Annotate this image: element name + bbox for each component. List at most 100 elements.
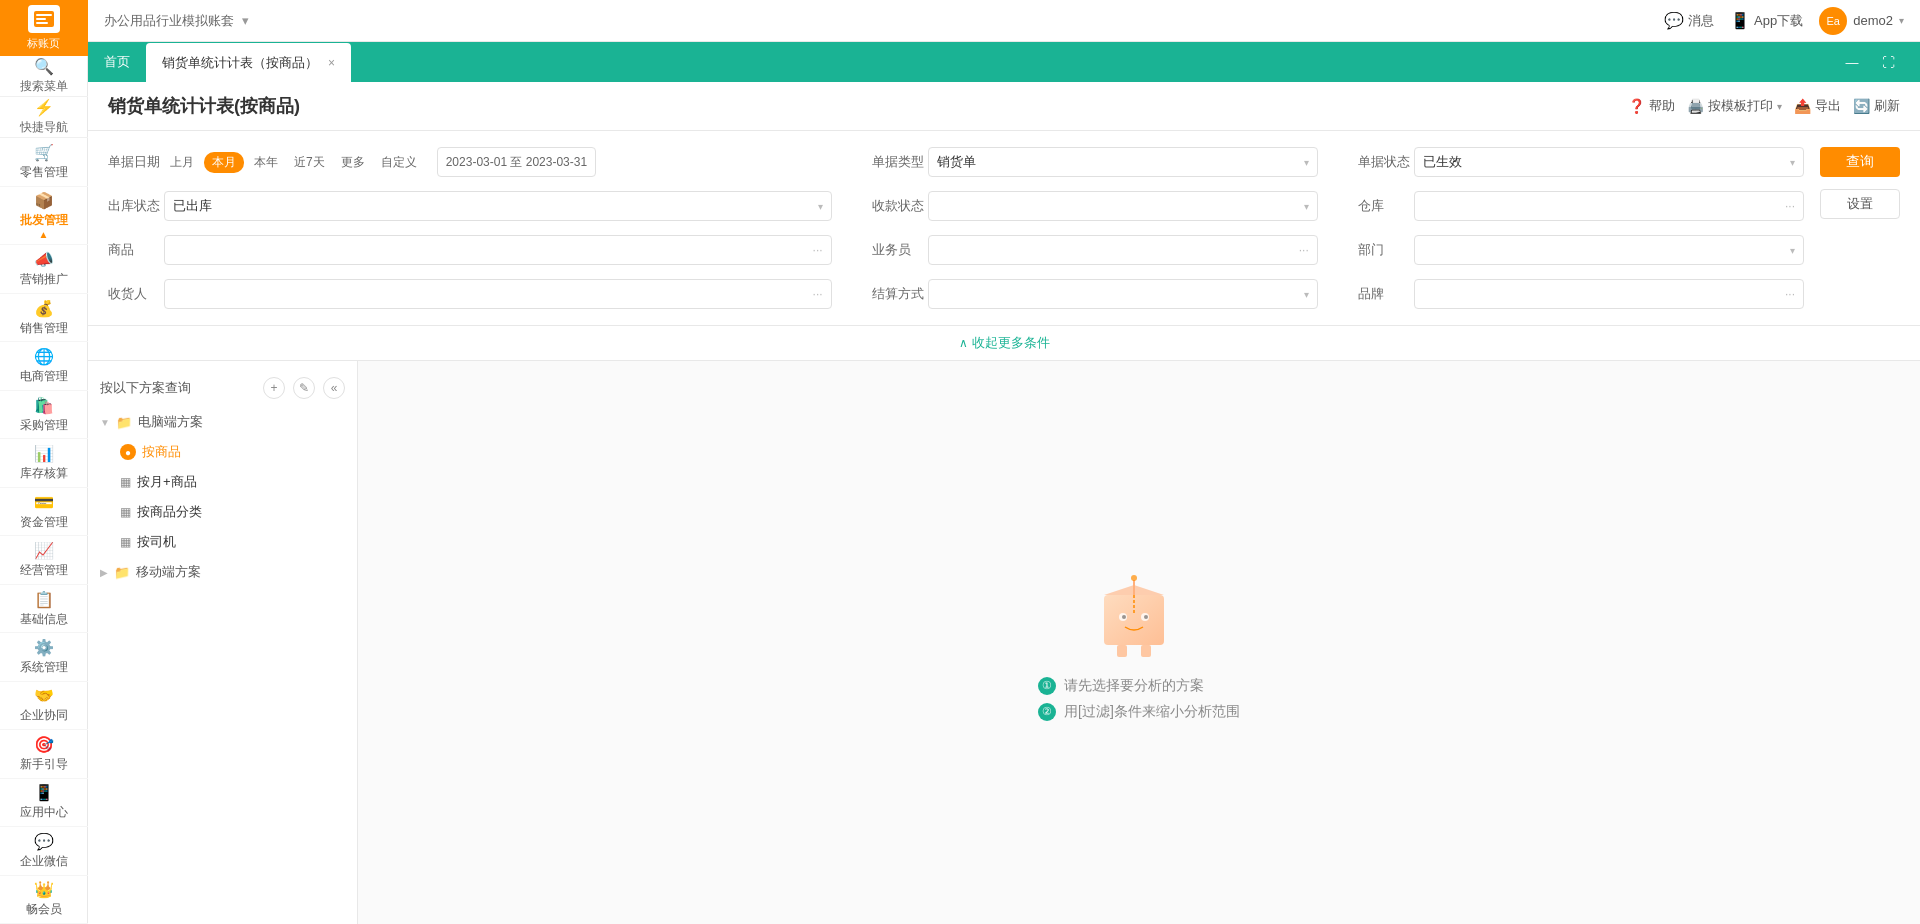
template-print-btn[interactable]: 🖨️ 按模板打印 ▾ [1687,97,1782,115]
left-panel-add-btn[interactable]: + [263,377,285,399]
doc-status-chevron: ▾ [1790,157,1795,168]
print-dropdown-arrow: ▾ [1777,101,1782,112]
filter-row-1: 单据日期 上月 本月 本年 近7天 更多 自定义 2023- [108,147,1820,177]
goods-label: 商品 [108,241,164,259]
page-title: 销货单统计计表(按商品) [108,94,300,130]
warehouse-dots: ··· [1785,199,1795,213]
sidebar-item-system[interactable]: ⚙️ 系统管理 [0,633,88,681]
query-button[interactable]: 查询 [1820,147,1900,177]
by-machine-label: 按司机 [137,533,176,551]
sidebar-item-member[interactable]: 👑 畅会员 [0,876,88,924]
refresh-label: 刷新 [1874,97,1900,115]
sidebar-logo[interactable]: 标账页 [0,0,88,56]
top-header: 办公用品行业模拟账套 ▾ 💬 消息 📱 App下载 Ea demo2 ▾ [88,0,1920,42]
message-btn[interactable]: 💬 消息 [1664,11,1714,30]
tree-item-by-month-goods[interactable]: ▦ 按月+商品 [88,467,357,497]
sidebar-item-ecommerce[interactable]: 🌐 电商管理 [0,342,88,390]
date-tab-this-year[interactable]: 本年 [248,152,284,173]
page-header-actions: ❓ 帮助 🖨️ 按模板打印 ▾ 📤 导出 🔄 刷新 [1628,97,1900,127]
sidebar: 标账页 🔍 搜索菜单 ⚡ 快捷导航 🛒 零售管理 📦 批发管理 ▲ 📣 营销推广… [0,0,88,924]
date-tab-last-month[interactable]: 上月 [164,152,200,173]
svg-rect-3 [36,22,48,24]
sidebar-item-sales[interactable]: 💰 销售管理 [0,294,88,342]
left-panel-collapse-btn[interactable]: « [323,377,345,399]
tree-item-pc[interactable]: ▼ 📁 电脑端方案 [88,407,357,437]
salesperson-input[interactable]: ··· [928,235,1318,265]
warehouse-input[interactable]: ··· [1414,191,1804,221]
out-status-select[interactable]: 已出库 ▾ [164,191,832,221]
tab-min-btn[interactable]: — [1840,50,1864,74]
tab-close-btn[interactable]: × [328,56,335,70]
settle-select[interactable]: ▾ [928,279,1318,309]
date-tab-custom[interactable]: 自定义 [375,152,423,173]
filter-date: 单据日期 上月 本月 本年 近7天 更多 自定义 2023- [108,147,848,177]
collect-status-select[interactable]: ▾ [928,191,1318,221]
tree-item-by-machine[interactable]: ▦ 按司机 [88,527,357,557]
date-tab-this-month[interactable]: 本月 [204,152,244,173]
doc-type-select[interactable]: 销货单 ▾ [928,147,1318,177]
settle-label: 结算方式 [872,285,928,303]
left-panel-title: 按以下方案查询 [100,379,191,397]
receiver-input[interactable]: ··· [164,279,832,309]
main-area: 办公用品行业模拟账套 ▾ 💬 消息 📱 App下载 Ea demo2 ▾ 首 [88,0,1920,924]
by-category-icon: ▦ [120,505,131,519]
sidebar-item-marketing[interactable]: 📣 营销推广 [0,245,88,293]
sidebar-item-inventory[interactable]: 📊 库存核算 [0,439,88,487]
user-dropdown-icon: ▾ [1899,15,1904,26]
empty-state: ① 请先选择要分析的方案 ② 用[过滤]条件来缩小分析范围 [1038,565,1240,721]
goods-input[interactable]: ··· [164,235,832,265]
sidebar-item-wechat[interactable]: 💬 企业微信 [0,827,88,875]
tab-max-btn[interactable]: ⛶ [1876,50,1900,74]
refresh-btn[interactable]: 🔄 刷新 [1853,97,1900,115]
help-btn[interactable]: ❓ 帮助 [1628,97,1675,115]
sidebar-item-purchase[interactable]: 🛍️ 采购管理 [0,391,88,439]
tree-item-by-category[interactable]: ▦ 按商品分类 [88,497,357,527]
sidebar-item-operations[interactable]: 📈 经营管理 [0,536,88,584]
settle-chevron: ▾ [1304,289,1309,300]
out-status-label: 出库状态 [108,197,164,215]
doc-status-select[interactable]: 已生效 ▾ [1414,147,1804,177]
dept-select[interactable]: ▾ [1414,235,1804,265]
message-icon: 💬 [1664,11,1684,30]
sidebar-item-app-center[interactable]: 📱 应用中心 [0,779,88,827]
filter-collect-status: 收款状态 ▾ [872,191,1334,221]
settings-button[interactable]: 设置 [1820,189,1900,219]
app-download-btn[interactable]: 📱 App下载 [1730,11,1803,30]
sidebar-item-retail[interactable]: 🛒 零售管理 [0,138,88,186]
date-tab-7days[interactable]: 近7天 [288,152,331,173]
industry-dropdown-icon[interactable]: ▾ [242,13,249,28]
operations-icon: 📈 [34,541,54,560]
pc-chevron: ▼ [100,417,110,428]
tree-item-mobile[interactable]: ▶ 📁 移动端方案 [88,557,357,587]
brand-input[interactable]: ··· [1414,279,1804,309]
date-tab-more[interactable]: 更多 [335,152,371,173]
export-btn[interactable]: 📤 导出 [1794,97,1841,115]
app-download-icon: 📱 [1730,11,1750,30]
sidebar-purchase-label: 采购管理 [20,417,68,434]
collapse-row[interactable]: ∧ 收起更多条件 [88,326,1920,361]
brand-dots: ··· [1785,287,1795,301]
date-label: 单据日期 [108,153,164,171]
message-label: 消息 [1688,12,1714,30]
sidebar-item-finance[interactable]: 💳 资金管理 [0,488,88,536]
salesperson-dots: ··· [1299,243,1309,257]
sidebar-item-basic[interactable]: 📋 基础信息 [0,585,88,633]
tab-home[interactable]: 首页 [88,42,146,82]
doc-status-value: 已生效 [1423,153,1786,171]
sidebar-item-enterprise[interactable]: 🤝 企业协同 [0,682,88,730]
user-profile[interactable]: Ea demo2 ▾ [1819,7,1904,35]
sidebar-item-search[interactable]: 🔍 搜索菜单 [0,56,88,97]
sidebar-item-quick-nav[interactable]: ⚡ 快捷导航 [0,97,88,138]
sidebar-item-wholesale[interactable]: 📦 批发管理 ▲ [0,187,88,246]
svg-point-10 [1144,615,1148,619]
date-range-input[interactable]: 2023-03-01 至 2023-03-31 [437,147,596,177]
sidebar-wholesale-label: 批发管理 [20,212,68,229]
date-tabs: 上月 本月 本年 近7天 更多 自定义 [164,152,423,173]
sidebar-item-guide[interactable]: 🎯 新手引导 [0,730,88,778]
sidebar-app-center-label: 应用中心 [20,804,68,821]
filter-doc-type: 单据类型 销货单 ▾ [872,147,1334,177]
tree-item-by-goods[interactable]: ● 按商品 [88,437,357,467]
tab-sales-stat[interactable]: 销货单统计计表（按商品） × [146,43,351,83]
left-panel-edit-btn[interactable]: ✎ [293,377,315,399]
tip-text-2: 用[过滤]条件来缩小分析范围 [1064,703,1240,721]
